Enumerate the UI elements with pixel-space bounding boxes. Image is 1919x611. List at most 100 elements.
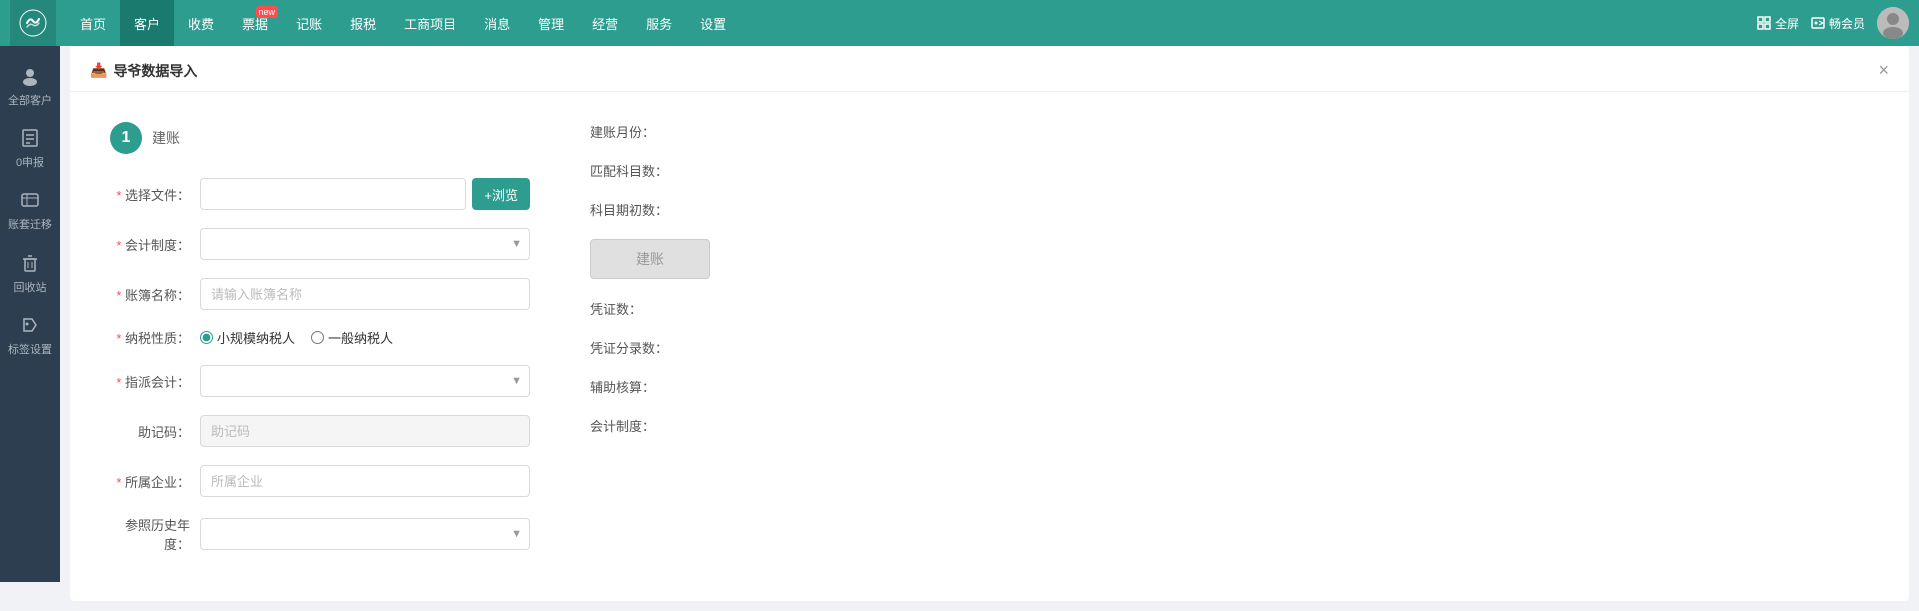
all-customers-icon (20, 66, 40, 91)
tag-icon (20, 315, 40, 340)
nav-item-fee[interactable]: 收费 (174, 0, 228, 46)
sidebar: 全部客户 0申报 账套迁移 (0, 46, 60, 582)
history-year-select-wrapper: ▼ (200, 518, 530, 550)
company-input[interactable] (200, 465, 530, 497)
browse-button[interactable]: +浏览 (472, 178, 530, 210)
new-badge: new (256, 6, 279, 18)
memo-code-label: 助记码： (110, 422, 200, 441)
sidebar-item-migrate[interactable]: 账套迁移 (0, 180, 60, 242)
declare-icon (20, 128, 40, 153)
right-controls: 全屏 畅会员 (1757, 7, 1909, 39)
all-customers-label: 全部客户 (8, 95, 52, 108)
nav-item-service[interactable]: 服务 (632, 0, 686, 46)
accountant-select-wrapper: ▼ (200, 365, 530, 397)
dialog-body: 1 建账 选择文件： +浏览 会计制度： (70, 92, 1909, 601)
play-icon (1811, 16, 1825, 30)
sidebar-item-declare[interactable]: 0申报 (0, 118, 60, 180)
dialog-panel: 📥 导爷数据导入 × 1 建账 选择文件： (70, 46, 1909, 601)
right-field-month: 建账月份： (590, 122, 1869, 141)
submit-button[interactable]: 建账 (590, 239, 710, 279)
nav-item-customer[interactable]: 客户 (120, 0, 174, 46)
initial-label: 科目期初数： (590, 200, 690, 219)
form-right: 建账月份： 匹配科目数： 科目期初数： 建账 (530, 122, 1869, 571)
nav-items: 首页 客户 收费 票据 new 记账 报税 工商项目 消息 管理 经营 服务 设… (66, 0, 1757, 46)
accounting-system-label: 会计制度： (110, 235, 200, 254)
form-layout: 1 建账 选择文件： +浏览 会计制度： (110, 122, 1869, 571)
nav-item-business[interactable]: 工商项目 (390, 0, 470, 46)
company-row: 所属企业： (110, 465, 530, 497)
logo[interactable] (10, 0, 56, 46)
sidebar-item-tag-settings[interactable]: 标签设置 (0, 305, 60, 367)
nav-item-tax[interactable]: 报税 (336, 0, 390, 46)
form-left: 1 建账 选择文件： +浏览 会计制度： (110, 122, 530, 571)
file-label: 选择文件： (110, 185, 200, 204)
file-input[interactable] (200, 178, 466, 210)
import-icon: 📥 (90, 62, 107, 79)
dialog-title: 📥 导爷数据导入 (90, 61, 197, 81)
file-row: 选择文件： +浏览 (110, 178, 530, 210)
sidebar-item-all-customers[interactable]: 全部客户 (0, 56, 60, 118)
ledger-name-label: 账簿名称： (110, 285, 200, 304)
declare-label: 0申报 (16, 157, 44, 170)
tax-small-radio[interactable]: 小规模纳税人 (200, 328, 295, 347)
right-field-voucher-entry: 凭证分录数： (590, 338, 1869, 357)
migrate-icon (20, 190, 40, 215)
fullscreen-btn[interactable]: 全屏 (1757, 15, 1799, 32)
auxiliary-label: 辅助核算： (590, 377, 690, 396)
step-label: 建账 (152, 128, 180, 148)
nav-item-manage[interactable]: 管理 (524, 0, 578, 46)
tag-label: 标签设置 (8, 344, 52, 357)
trash-icon (20, 253, 40, 278)
main-content: 📥 导爷数据导入 × 1 建账 选择文件： (60, 46, 1919, 601)
tax-general-radio[interactable]: 一般纳税人 (311, 328, 393, 347)
submit-area: 建账 (590, 239, 1869, 279)
logo-icon (19, 9, 47, 37)
top-nav: 首页 客户 收费 票据 new 记账 报税 工商项目 消息 管理 经营 服务 设… (0, 0, 1919, 46)
memo-code-input[interactable] (200, 415, 530, 447)
accounting-system-select[interactable] (200, 228, 530, 260)
month-label: 建账月份： (590, 122, 690, 141)
trash-label: 回收站 (14, 282, 47, 295)
tax-type-label: 纳税性质： (110, 328, 200, 347)
ledger-name-row: 账簿名称： (110, 278, 530, 310)
accountant-label: 指派会计： (110, 372, 200, 391)
accountant-row: 指派会计： ▼ (110, 365, 530, 397)
right-field-accounting-system2: 会计制度： (590, 416, 1869, 435)
right-field-match: 匹配科目数： (590, 161, 1869, 180)
tax-type-row: 纳税性质： 小规模纳税人 一般纳税人 (110, 328, 530, 347)
member-btn[interactable]: 畅会员 (1811, 15, 1865, 32)
nav-item-message[interactable]: 消息 (470, 0, 524, 46)
sidebar-item-trash[interactable]: 回收站 (0, 243, 60, 305)
memo-code-row: 助记码： (110, 415, 530, 447)
history-year-label: 参照历史年度： (110, 515, 200, 553)
nav-item-ticket[interactable]: 票据 new (228, 0, 282, 46)
tax-type-radio-group: 小规模纳税人 一般纳税人 (200, 328, 530, 347)
ledger-name-input[interactable] (200, 278, 530, 310)
accounting-system-select-wrapper: ▼ (200, 228, 530, 260)
migrate-label: 账套迁移 (8, 219, 52, 232)
accounting-system2-label: 会计制度： (590, 416, 690, 435)
accounting-system-row: 会计制度： ▼ (110, 228, 530, 260)
right-field-auxiliary: 辅助核算： (590, 377, 1869, 396)
right-field-initial: 科目期初数： (590, 200, 1869, 219)
nav-item-operation[interactable]: 经营 (578, 0, 632, 46)
nav-item-home[interactable]: 首页 (66, 0, 120, 46)
step-header: 1 建账 (110, 122, 530, 154)
avatar-icon (1877, 7, 1909, 39)
nav-item-bookkeeping[interactable]: 记账 (282, 0, 336, 46)
step-circle: 1 (110, 122, 142, 154)
dialog-header: 📥 导爷数据导入 × (70, 46, 1909, 92)
company-label: 所属企业： (110, 472, 200, 491)
match-label: 匹配科目数： (590, 161, 690, 180)
voucher-entry-label: 凭证分录数： (590, 338, 690, 357)
voucher-label: 凭证数： (590, 299, 690, 318)
avatar[interactable] (1877, 7, 1909, 39)
right-field-voucher: 凭证数： (590, 299, 1869, 318)
nav-item-settings[interactable]: 设置 (686, 0, 740, 46)
history-year-row: 参照历史年度： ▼ (110, 515, 530, 553)
close-button[interactable]: × (1878, 60, 1889, 81)
accountant-select[interactable] (200, 365, 530, 397)
file-input-group: +浏览 (200, 178, 530, 210)
fullscreen-icon (1757, 16, 1771, 30)
history-year-select[interactable] (200, 518, 530, 550)
